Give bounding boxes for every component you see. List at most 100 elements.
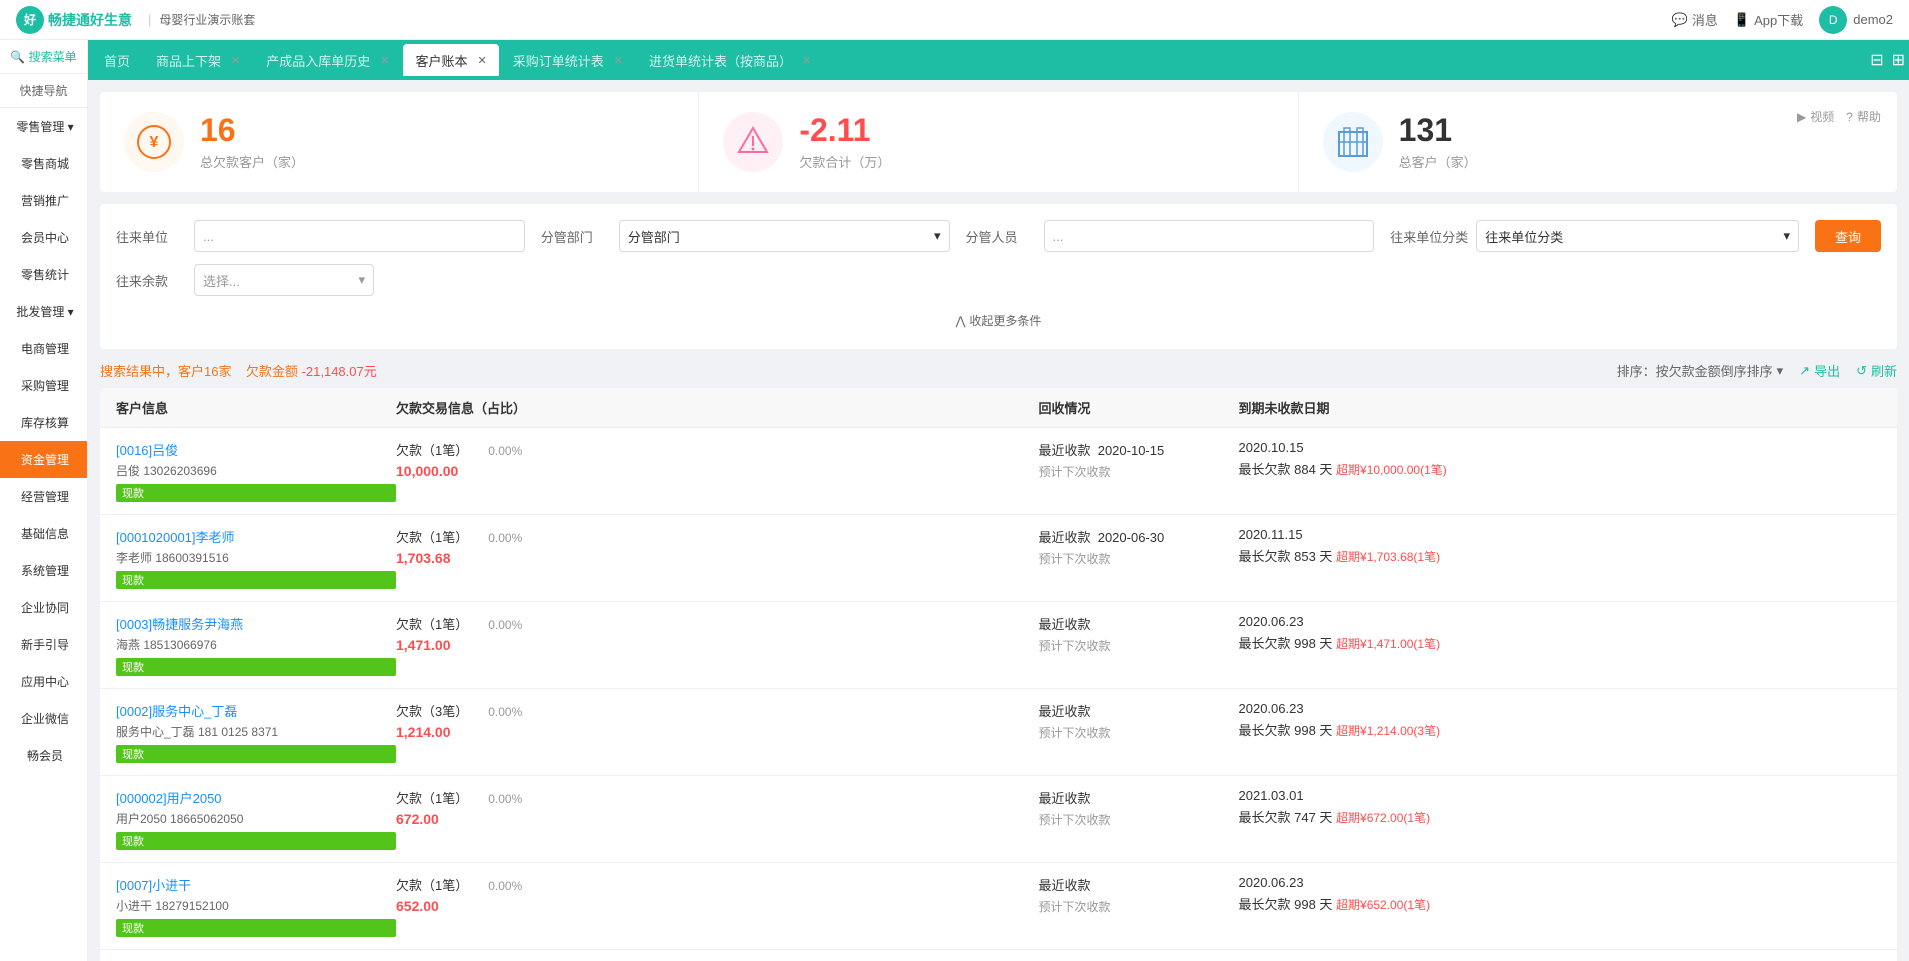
sidebar-item-guide[interactable]: 新手引导 (0, 626, 87, 663)
sidebar-item-operations[interactable]: 经营管理 (0, 478, 87, 515)
col-customer-info: 客户信息 (116, 398, 396, 417)
overdue-info-3: 2020.06.23 最长欠款 998 天 超期¥1,214.00(3笔) (1239, 701, 1882, 739)
overdue-link-1[interactable]: 超期¥1,703.68(1笔) (1336, 550, 1440, 564)
category-select[interactable]: 往来单位分类 ▾ (1476, 220, 1799, 252)
debt-count-1: 欠款（1笔） (396, 527, 468, 546)
tab-products[interactable]: 商品上下架 ✕ (144, 44, 252, 76)
table-row: [0003]畅捷服务尹海燕 海燕 18513066976 现款 欠款（1笔） 0… (100, 602, 1897, 689)
stat-card-debt-customers: ¥ 16 总欠款客户（家） (100, 92, 699, 192)
message-btn[interactable]: 💬 消息 (1672, 10, 1718, 29)
sidebar-item-inventory[interactable]: 库存核算 (0, 404, 87, 441)
table-row: [0002]服务中心_丁磊 服务中心_丁磊 181 0125 8371 现款 欠… (100, 689, 1897, 776)
tab-inbound-stats[interactable]: 进货单统计表（按商品） ✕ (637, 44, 823, 76)
balance-select[interactable]: 选择... ▾ (194, 264, 374, 296)
customer-phone-3: 服务中心_丁磊 181 0125 8371 (116, 723, 396, 740)
stats-row: ¥ 16 总欠款客户（家） -2.11 欠款合计（万） (100, 92, 1897, 192)
tab-customer-account[interactable]: 客户账本 ✕ (403, 44, 498, 76)
table-row: [000002]用户2050 用户2050 18665062050 现款 欠款（… (100, 776, 1897, 863)
sidebar-item-ecommerce[interactable]: 电商管理 (0, 330, 87, 367)
sort-label: 排序：按欠款金额倒序排序 (1617, 361, 1773, 380)
debt-amount-4: 672.00 (396, 811, 1039, 827)
total-customers-icon (1323, 112, 1383, 172)
customer-name-3[interactable]: [0002]服务中心_丁磊 (116, 701, 396, 720)
customer-name-4[interactable]: [000002]用户2050 (116, 788, 396, 807)
export-button[interactable]: ↗ 导出 (1799, 361, 1840, 380)
overdue-link-3[interactable]: 超期¥1,214.00(3笔) (1336, 724, 1440, 738)
recovery-info-0: 最近收款 2020-10-15 预计下次收款 (1039, 440, 1239, 480)
tab-close-production[interactable]: ✕ (380, 54, 389, 67)
customer-info-0: [0016]吕俊 吕俊 13026203696 现款 (116, 440, 396, 502)
customer-name-0[interactable]: [0016]吕俊 (116, 440, 396, 459)
debt-pct-0: 0.00% (488, 444, 522, 458)
customer-name-2[interactable]: [0003]畅捷服务尹海燕 (116, 614, 396, 633)
overdue-link-5[interactable]: 超期¥652.00(1笔) (1336, 898, 1430, 912)
tab-purchase-stats[interactable]: 采购订单统计表 ✕ (501, 44, 635, 76)
overdue-link-4[interactable]: 超期¥672.00(1笔) (1336, 811, 1430, 825)
sidebar-item-marketing[interactable]: 营销推广 (0, 182, 87, 219)
tab-home[interactable]: 首页 (92, 44, 142, 76)
tab-close-customer[interactable]: ✕ (478, 54, 487, 67)
sidebar-search[interactable]: 🔍 搜索菜单 (0, 40, 87, 74)
collapse-button[interactable]: ⋀ 收起更多条件 (944, 308, 1054, 333)
table-row: [0007]小进干 小进干 18279152100 现款 欠款（1笔） 0.00… (100, 863, 1897, 950)
tab-close-products[interactable]: ✕ (231, 54, 240, 67)
sidebar-item-batch-mgmt[interactable]: 批发管理 ▾ (0, 293, 87, 330)
sidebar-item-members[interactable]: 会员中心 (0, 219, 87, 256)
refresh-button[interactable]: ↺ 刷新 (1856, 361, 1897, 380)
help-btn[interactable]: ? 帮助 (1846, 108, 1881, 125)
sidebar-item-retail-mall[interactable]: 零售商城 (0, 145, 87, 182)
message-icon: 💬 (1672, 12, 1688, 28)
customer-name-1[interactable]: [0001020001]李老师 (116, 527, 396, 546)
customer-tag-5: 现款 (116, 919, 396, 937)
help-icon: ? (1846, 110, 1853, 124)
table-row: [0006]去下粮仓 陈小希 现款 欠款（1笔） 0.00% 455.90 最近… (100, 950, 1897, 961)
tab-close-inbound[interactable]: ✕ (802, 54, 811, 67)
tab-production[interactable]: 产成品入库单历史 ✕ (254, 44, 401, 76)
quick-nav[interactable]: 快捷导航 (0, 74, 87, 108)
overdue-link-2[interactable]: 超期¥1,471.00(1笔) (1336, 637, 1440, 651)
minimize-icon[interactable]: ⊟ (1870, 50, 1883, 70)
tab-close-purchase[interactable]: ✕ (614, 54, 623, 67)
recovery-info-1: 最近收款 2020-06-30 预计下次收款 (1039, 527, 1239, 567)
sidebar-item-retail-mgmt[interactable]: 零售管理 ▾ (0, 108, 87, 145)
sidebar-item-finance[interactable]: 资金管理 (0, 441, 87, 478)
filter-person: 分管人员 ... (966, 220, 1375, 252)
sidebar-item-wechat[interactable]: 企业微信 (0, 700, 87, 737)
debt-pct-2: 0.00% (488, 618, 522, 632)
recovery-info-2: 最近收款 预计下次收款 (1039, 614, 1239, 654)
result-bar: 搜索结果中，客户16家 欠款金额 -21,148.07元 排序：按欠款金额倒序排… (100, 361, 1897, 380)
department-label: 分管部门 (541, 227, 611, 246)
customer-tag-2: 现款 (116, 658, 396, 676)
sidebar-item-apps[interactable]: 应用中心 (0, 663, 87, 700)
total-customers-number: 131 (1399, 114, 1477, 146)
department-select[interactable]: 分管部门 ▾ (619, 220, 950, 252)
source-unit-input[interactable]: ... (194, 220, 525, 252)
filter-balance: 往来余款 选择... ▾ (116, 264, 553, 296)
overdue-info-5: 2020.06.23 最长欠款 998 天 超期¥652.00(1笔) (1239, 875, 1882, 913)
sidebar-item-vip[interactable]: 畅会员 (0, 737, 87, 774)
sidebar-item-collab[interactable]: 企业协同 (0, 589, 87, 626)
customer-name-5[interactable]: [0007]小进干 (116, 875, 396, 894)
overdue-link-0[interactable]: 超期¥10,000.00(1笔) (1336, 463, 1447, 477)
sidebar-item-retail-stats[interactable]: 零售统计 (0, 256, 87, 293)
debt-info-5: 欠款（1笔） 0.00% 652.00 (396, 875, 1039, 914)
sidebar-item-basic-info[interactable]: 基础信息 (0, 515, 87, 552)
query-button[interactable]: 查询 (1815, 220, 1881, 252)
stat-card-debt-total: -2.11 欠款合计（万） (699, 92, 1298, 192)
person-input[interactable]: ... (1044, 220, 1375, 252)
col-recovery: 回收情况 (1039, 398, 1239, 417)
total-customers-label: 总客户（家） (1399, 152, 1477, 171)
sidebar-item-system[interactable]: 系统管理 (0, 552, 87, 589)
video-btn[interactable]: ▶ 视频 (1797, 108, 1834, 125)
sidebar-item-purchase[interactable]: 采购管理 (0, 367, 87, 404)
user-avatar[interactable]: D demo2 (1819, 6, 1893, 34)
customer-phone-5: 小进干 18279152100 (116, 897, 396, 914)
app-download-btn[interactable]: 📱 App下载 (1734, 10, 1803, 29)
sort-select[interactable]: 排序：按欠款金额倒序排序 ▾ (1617, 361, 1784, 380)
debt-count-3: 欠款（3笔） (396, 701, 468, 720)
category-label: 往来单位分类 (1390, 227, 1468, 246)
overdue-info-0: 2020.10.15 最长欠款 884 天 超期¥10,000.00(1笔) (1239, 440, 1882, 478)
maximize-icon[interactable]: ⊞ (1892, 50, 1905, 70)
customer-phone-4: 用户2050 18665062050 (116, 810, 396, 827)
col-debt-info: 欠款交易信息（占比） (396, 398, 1039, 417)
